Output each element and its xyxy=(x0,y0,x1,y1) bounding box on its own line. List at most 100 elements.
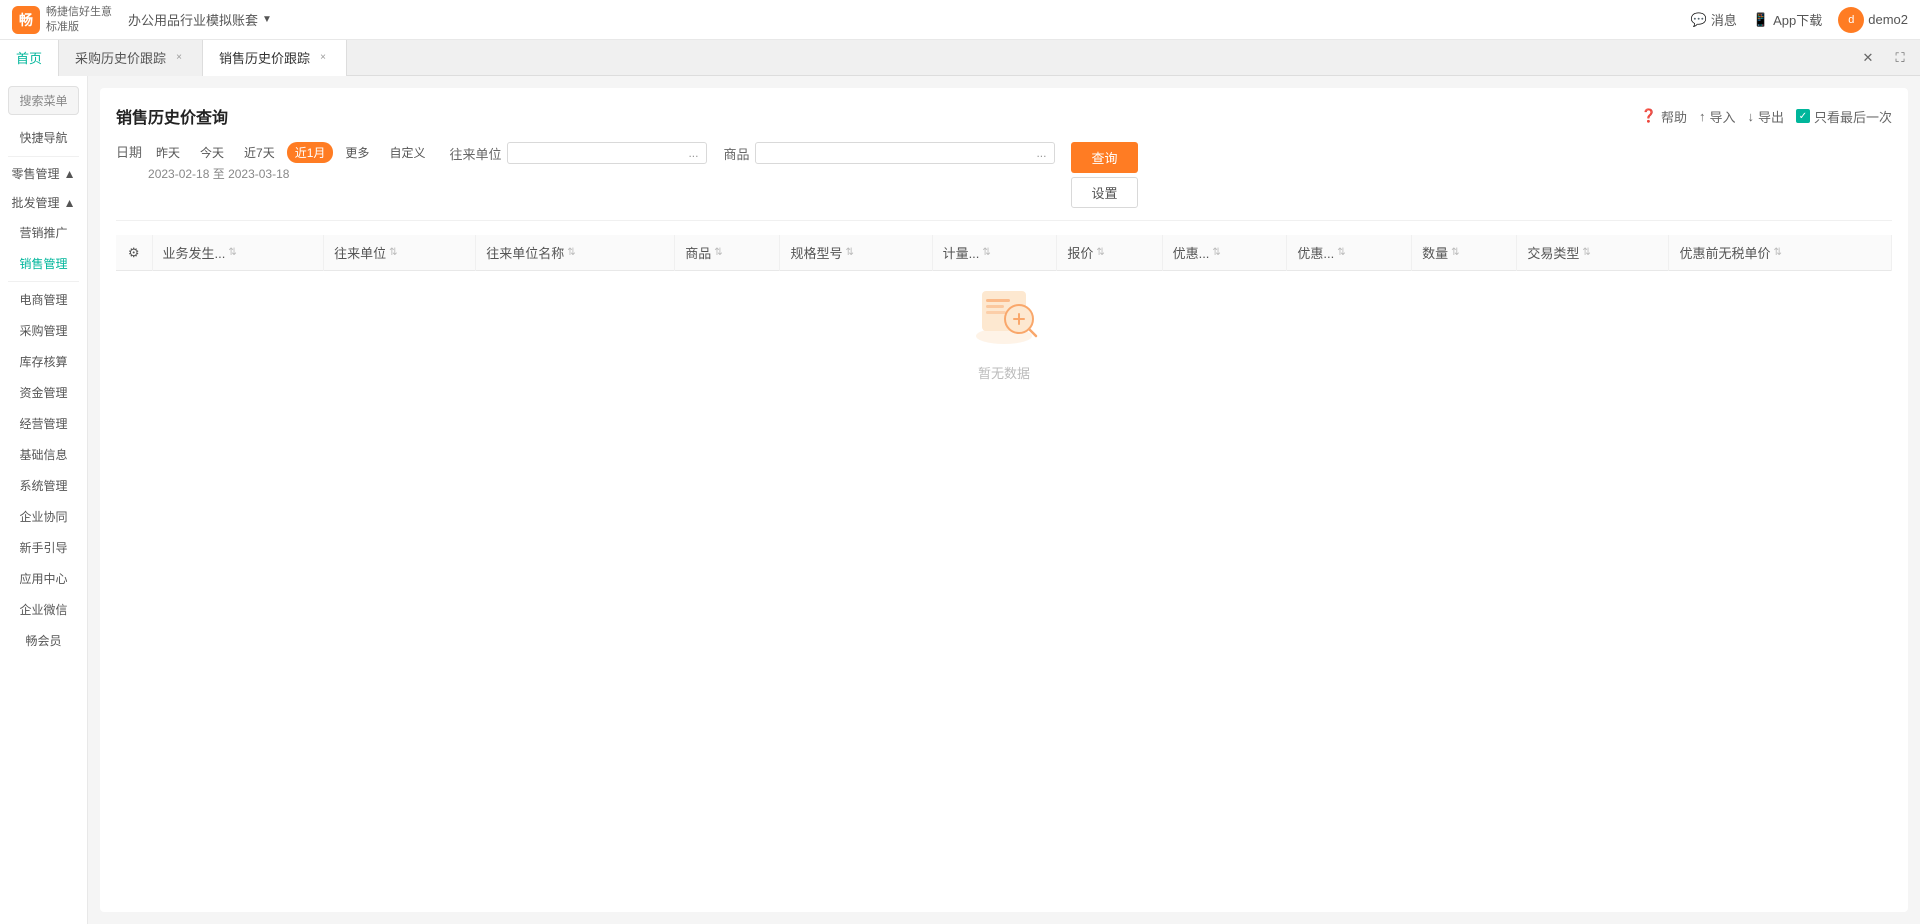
date-option-7days[interactable]: 近7天 xyxy=(236,142,283,163)
goods-input-dots: ... xyxy=(1036,146,1046,160)
search-menu-button[interactable]: 搜索菜单 xyxy=(8,86,79,115)
sidebar-divider-2 xyxy=(8,281,79,282)
table-col-quoted-price[interactable]: 报价⇅ xyxy=(1057,235,1162,271)
sidebar: 搜索菜单 快捷导航 零售管理 ▲ 批发管理 ▲ 营销推广 销售管理 电商管理 采… xyxy=(0,76,88,924)
tab-purchase-history[interactable]: 采购历史价跟踪 × xyxy=(59,40,203,76)
sidebar-item-purchase[interactable]: 采购管理 xyxy=(0,315,87,346)
workspace-selector[interactable]: 办公用品行业模拟账套 ▼ xyxy=(120,6,280,33)
top-bar-right: 💬 消息 📱 App下载 d demo2 xyxy=(1691,7,1908,33)
date-option-1month[interactable]: 近1月 xyxy=(287,142,334,163)
message-icon: 💬 xyxy=(1691,12,1707,28)
sort-icon-discount1: ⇅ xyxy=(1212,247,1220,258)
sidebar-item-basic-info[interactable]: 基础信息 xyxy=(0,439,87,470)
sort-icon-discount2: ⇅ xyxy=(1337,247,1345,258)
export-button[interactable]: ↓ 导出 xyxy=(1747,107,1784,126)
import-button[interactable]: ↑ 导入 xyxy=(1699,107,1736,126)
sidebar-item-wechat[interactable]: 企业微信 xyxy=(0,594,87,625)
date-option-yesterday[interactable]: 昨天 xyxy=(148,142,188,163)
tab-sales-history[interactable]: 销售历史价跟踪 × xyxy=(203,40,347,76)
date-option-more[interactable]: 更多 xyxy=(337,142,377,163)
goods-input[interactable]: ... xyxy=(755,142,1055,164)
sort-icon-quoted-price: ⇅ xyxy=(1096,247,1104,258)
date-options-group: 昨天 今天 近7天 近1月 更多 自定义 2023-02-18 至 2023-0… xyxy=(148,142,433,182)
table-col-goods[interactable]: 商品⇅ xyxy=(675,235,780,271)
date-range-display: 2023-02-18 至 2023-03-18 xyxy=(148,165,433,182)
sidebar-item-system[interactable]: 系统管理 xyxy=(0,470,87,501)
sort-icon-counterpart-name: ⇅ xyxy=(567,247,575,258)
sort-icon-goods: ⇅ xyxy=(714,247,722,258)
table-col-spec[interactable]: 规格型号⇅ xyxy=(780,235,932,271)
sidebar-item-ecommerce[interactable]: 电商管理 xyxy=(0,284,87,315)
page-title: 销售历史价查询 xyxy=(116,104,228,128)
main-layout: 搜索菜单 快捷导航 零售管理 ▲ 批发管理 ▲ 营销推广 销售管理 电商管理 采… xyxy=(0,76,1920,924)
table-col-discount1[interactable]: 优惠...⇅ xyxy=(1162,235,1287,271)
avatar: d xyxy=(1838,7,1864,33)
counterpart-input[interactable]: ... xyxy=(507,142,707,164)
table-container: ⚙ 业务发生...⇅ 往来单位⇅ 往来单位名称⇅ xyxy=(116,235,1892,896)
sidebar-item-sales-management[interactable]: 销售管理 xyxy=(0,248,87,279)
tab-bar-actions: ✕ ⛶ xyxy=(1856,46,1920,70)
empty-state: 暂无数据 xyxy=(116,271,1892,382)
counterpart-input-dots: ... xyxy=(688,146,698,160)
sidebar-item-marketing[interactable]: 营销推广 xyxy=(0,217,87,248)
page-card: 销售历史价查询 ❓ 帮助 ↑ 导入 ↓ 导出 xyxy=(100,88,1908,912)
setting-button[interactable]: 设置 xyxy=(1071,177,1137,208)
table-col-discount2[interactable]: 优惠...⇅ xyxy=(1287,235,1412,271)
counterpart-label: 往来单位 xyxy=(449,144,501,163)
goods-label: 商品 xyxy=(723,144,749,163)
date-option-today[interactable]: 今天 xyxy=(192,142,232,163)
tab-sales-close-icon[interactable]: × xyxy=(316,51,330,65)
help-icon: ❓ xyxy=(1641,108,1657,124)
sidebar-item-retail[interactable]: 零售管理 ▲ xyxy=(0,159,87,188)
table-col-counterpart-name[interactable]: 往来单位名称⇅ xyxy=(476,235,675,271)
table-col-counterpart-code[interactable]: 往来单位⇅ xyxy=(324,235,476,271)
goods-filter-group: 商品 ... xyxy=(723,142,1055,164)
query-button[interactable]: 查询 xyxy=(1071,142,1137,173)
sidebar-item-member[interactable]: 畅会员 xyxy=(0,625,87,656)
sidebar-item-inventory[interactable]: 库存核算 xyxy=(0,346,87,377)
tab-home[interactable]: 首页 xyxy=(0,40,59,76)
sidebar-item-operations[interactable]: 经营管理 xyxy=(0,408,87,439)
sort-icon-quantity: ⇅ xyxy=(1451,247,1459,258)
table-col-trade-type[interactable]: 交易类型⇅ xyxy=(1517,235,1669,271)
table-col-biz-date[interactable]: 业务发生...⇅ xyxy=(152,235,324,271)
help-button[interactable]: ❓ 帮助 xyxy=(1641,107,1687,126)
table-col-quantity[interactable]: 数量⇅ xyxy=(1412,235,1517,271)
date-option-custom[interactable]: 自定义 xyxy=(381,142,433,163)
message-button[interactable]: 💬 消息 xyxy=(1691,10,1737,29)
sidebar-item-guide[interactable]: 新手引导 xyxy=(0,532,87,563)
table-col-gear[interactable]: ⚙ xyxy=(116,235,152,271)
close-all-tabs-button[interactable]: ✕ xyxy=(1856,46,1880,70)
tab-purchase-close-icon[interactable]: × xyxy=(172,51,186,65)
logo-text: 畅捷信好生意 标准版 xyxy=(46,5,112,34)
data-table: ⚙ 业务发生...⇅ 往来单位⇅ 往来单位名称⇅ xyxy=(116,235,1892,271)
date-options: 昨天 今天 近7天 近1月 更多 自定义 xyxy=(148,142,433,163)
sort-icon-unit: ⇅ xyxy=(982,247,990,258)
counterpart-filter-group: 往来单位 ... xyxy=(449,142,707,164)
top-bar: 畅 畅捷信好生意 标准版 办公用品行业模拟账套 ▼ 💬 消息 📱 App下载 d… xyxy=(0,0,1920,40)
sidebar-item-appstore[interactable]: 应用中心 xyxy=(0,563,87,594)
logo-area: 畅 畅捷信好生意 标准版 xyxy=(12,5,112,34)
app-download-button[interactable]: 📱 App下载 xyxy=(1753,10,1822,29)
filter-buttons: 查询 设置 xyxy=(1071,142,1137,208)
sidebar-item-enterprise[interactable]: 企业协同 xyxy=(0,501,87,532)
only-last-checkbox[interactable]: ✓ xyxy=(1796,109,1810,123)
sidebar-item-quick-nav[interactable]: 快捷导航 xyxy=(0,121,87,154)
sidebar-item-wholesale[interactable]: 批发管理 ▲ xyxy=(0,188,87,217)
sidebar-item-finance[interactable]: 资金管理 xyxy=(0,377,87,408)
page-container: 销售历史价查询 ❓ 帮助 ↑ 导入 ↓ 导出 xyxy=(88,76,1920,924)
table-header-row: ⚙ 业务发生...⇅ 往来单位⇅ 往来单位名称⇅ xyxy=(116,235,1892,271)
sidebar-divider-1 xyxy=(8,156,79,157)
table-col-pretax-price[interactable]: 优惠前无税单价⇅ xyxy=(1669,235,1892,271)
table-col-unit[interactable]: 计量...⇅ xyxy=(932,235,1057,271)
only-last-checkbox-group: ✓ 只看最后一次 xyxy=(1796,107,1892,126)
retail-arrow-icon: ▲ xyxy=(64,167,76,181)
sort-icon-pretax-price: ⇅ xyxy=(1773,247,1781,258)
user-menu[interactable]: d demo2 xyxy=(1838,7,1908,33)
sort-icon-trade-type: ⇅ xyxy=(1582,247,1590,258)
sidebar-search-area: 搜索菜单 xyxy=(0,76,87,121)
fullscreen-button[interactable]: ⛶ xyxy=(1888,46,1912,70)
tab-bar: 首页 采购历史价跟踪 × 销售历史价跟踪 × ✕ ⛶ xyxy=(0,40,1920,76)
empty-icon xyxy=(964,271,1044,351)
date-label: 日期 xyxy=(116,142,142,161)
